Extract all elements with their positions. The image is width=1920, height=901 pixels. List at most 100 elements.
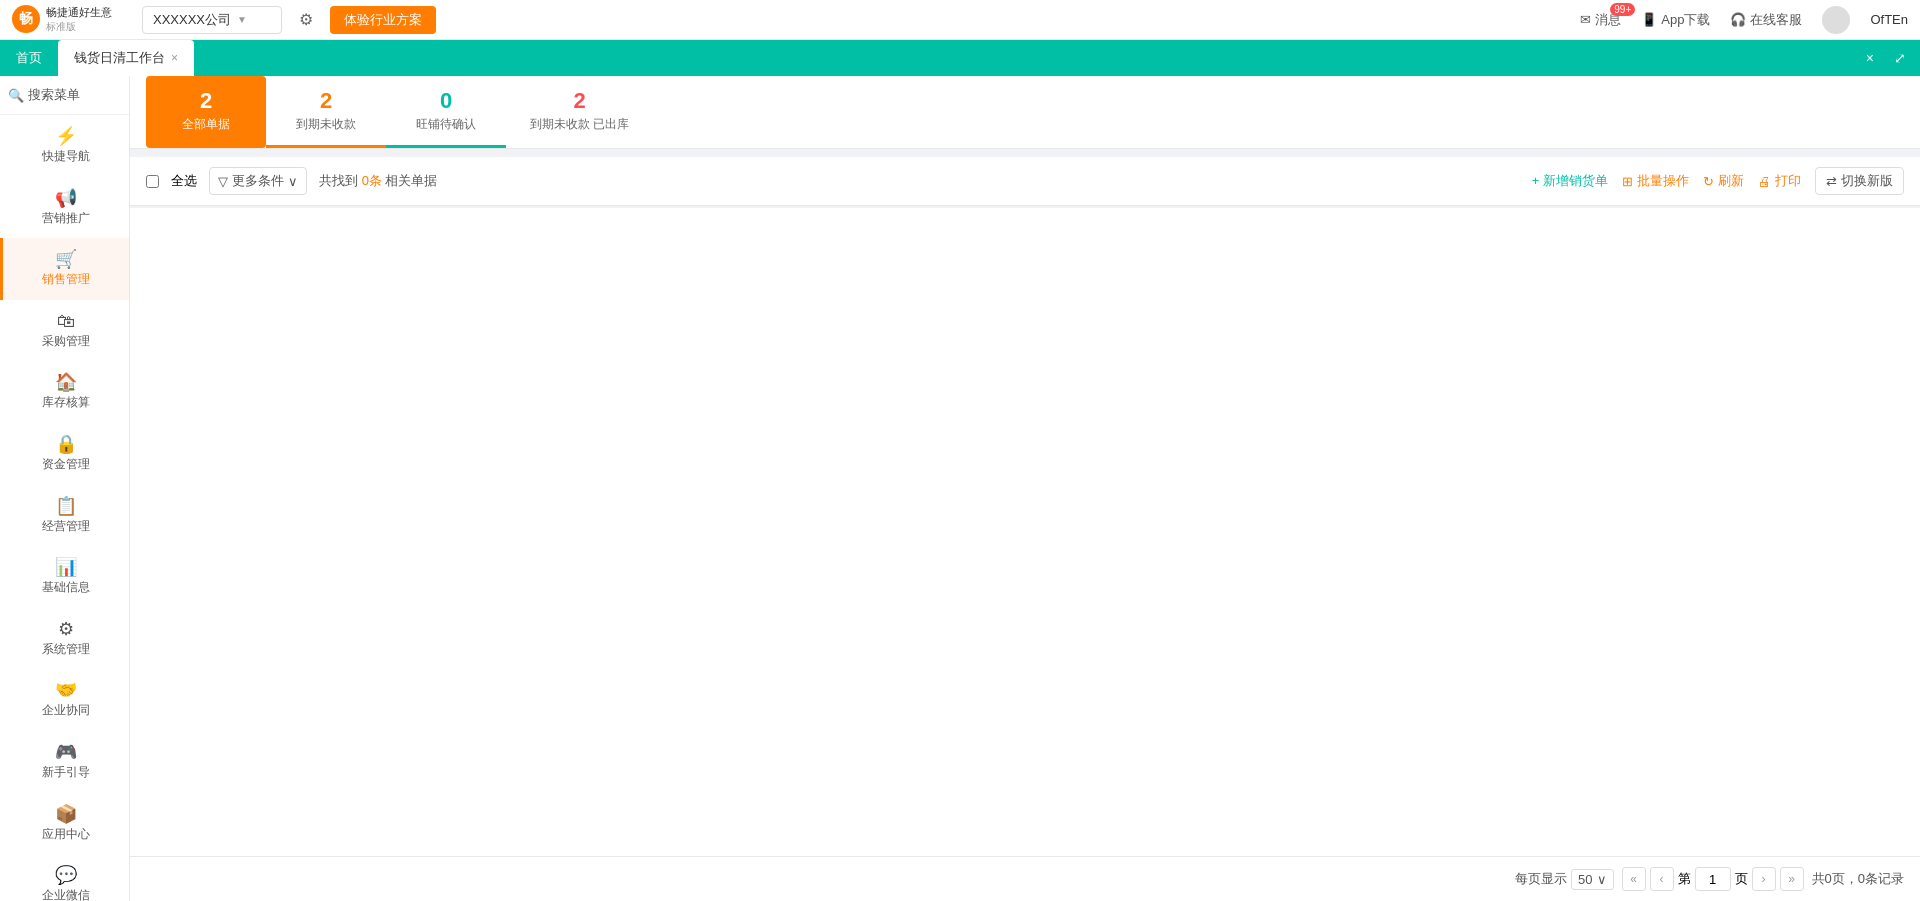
tab-close-icon[interactable]: × [171,51,178,65]
logo-version: 标准版 [46,20,112,34]
next-page-button[interactable]: › [1752,867,1776,891]
batch-operation-button[interactable]: ⊞ 批量操作 [1622,172,1689,190]
stat-label-wangpu: 旺铺待确认 [416,116,476,133]
newbie-icon: 🎮 [55,743,77,761]
online-service-icon: 🎧 [1730,12,1746,27]
content-area: 2 全部单据 2 到期未收款 0 旺铺待确认 2 到期未收款 已出库 全选 ▽ … [130,76,1920,901]
wechat-icon: 💬 [55,866,77,884]
found-text: 共找到 0条 相关单据 [319,172,437,190]
refresh-button[interactable]: ↻ 刷新 [1703,172,1744,190]
enterprise-label: 企业协同 [42,703,90,719]
refresh-icon: ↻ [1703,174,1714,189]
sidebar: 🔍 搜索菜单 ⚡ 快捷导航 📢 营销推广 🛒 销售管理 🛍 采购管理 🏠 库存核… [0,76,130,901]
message-button[interactable]: ✉ 消息 99+ [1580,11,1621,29]
app-download-icon: 📱 [1641,12,1657,27]
online-service-label: 在线客服 [1750,11,1802,29]
company-selector[interactable]: XXXXXX公司 ▼ [142,6,282,34]
sales-label: 销售管理 [42,272,90,288]
tab-home[interactable]: 首页 [0,40,58,76]
page-size-arrow: ∨ [1597,872,1607,887]
sidebar-search[interactable]: 🔍 搜索菜单 [0,76,129,115]
toolbar: 全选 ▽ 更多条件 ∨ 共找到 0条 相关单据 + 新增销货单 ⊞ 批量操作 [130,157,1920,206]
quick-nav-icon: ⚡ [55,127,77,145]
page-size-selector: 每页显示 50 ∨ [1515,869,1613,890]
newbie-label: 新手引导 [42,765,90,781]
new-sale-button[interactable]: + 新增销货单 [1532,172,1608,190]
search-icon: 🔍 [8,88,24,103]
settings-button[interactable]: ⚙ [292,6,320,34]
toolbar-right: + 新增销货单 ⊞ 批量操作 ↻ 刷新 🖨 打印 ⇄ 切换新版 [1532,167,1904,195]
logo-area: 畅 畅捷通好生意 标准版 [12,5,142,33]
page-label: 第 [1678,870,1691,888]
operations-label: 经营管理 [42,519,90,535]
sidebar-item-app-center[interactable]: 📦 应用中心 [0,793,129,855]
page-size-prefix: 每页显示 [1515,870,1567,888]
stat-card-overdue[interactable]: 2 到期未收款 [266,76,386,148]
sidebar-item-newbie[interactable]: 🎮 新手引导 [0,731,129,793]
window-close-button[interactable]: × [1860,48,1880,68]
switch-label: 切换新版 [1841,172,1893,190]
sidebar-item-basic-info[interactable]: 📊 基础信息 [0,546,129,608]
sidebar-item-wechat[interactable]: 💬 企业微信 [0,854,129,901]
sidebar-item-operations[interactable]: 📋 经营管理 [0,485,129,547]
filter-button[interactable]: ▽ 更多条件 ∨ [209,167,307,195]
enterprise-icon: 🤝 [55,681,77,699]
switch-icon: ⇄ [1826,174,1837,189]
purchase-icon: 🛍 [57,312,75,330]
stat-label-all: 全部单据 [182,116,230,133]
company-dropdown-arrow: ▼ [237,14,247,25]
sidebar-item-inventory[interactable]: 🏠 库存核算 [0,361,129,423]
main-layout: 🔍 搜索菜单 ⚡ 快捷导航 📢 营销推广 🛒 销售管理 🛍 采购管理 🏠 库存核… [0,76,1920,901]
logo-icon: 畅 [12,5,40,33]
sidebar-item-purchase[interactable]: 🛍 采购管理 [0,300,129,362]
stat-card-wangpu[interactable]: 0 旺铺待确认 [386,76,506,148]
prev-page-button[interactable]: ‹ [1650,867,1674,891]
stat-card-all[interactable]: 2 全部单据 [146,76,266,148]
basic-info-label: 基础信息 [42,580,90,596]
filter-icon: ▽ [218,174,228,189]
basic-info-icon: 📊 [55,558,77,576]
tab-qhrq[interactable]: 钱货日清工作台 × [58,40,194,76]
page-size-value: 50 [1578,872,1592,887]
company-name: XXXXXX公司 [153,11,231,29]
print-button[interactable]: 🖨 打印 [1758,172,1801,190]
stat-card-shipped[interactable]: 2 到期未收款 已出库 [506,76,653,148]
switch-version-button[interactable]: ⇄ 切换新版 [1815,167,1904,195]
page-input[interactable] [1695,867,1731,891]
last-page-button[interactable]: » [1780,867,1804,891]
experience-button[interactable]: 体验行业方案 [330,6,436,34]
nav-tab-actions: × ⤢ [1860,48,1920,68]
system-icon: ⚙ [58,620,74,638]
capital-label: 资金管理 [42,457,90,473]
select-all-label: 全选 [171,172,197,190]
header-right: ✉ 消息 99+ 📱 App下载 🎧 在线客服 OfTEn [1580,6,1908,34]
nav-tabs: 首页 钱货日清工作台 × × ⤢ [0,40,1920,76]
sidebar-item-capital[interactable]: 🔒 资金管理 [0,423,129,485]
first-page-button[interactable]: « [1622,867,1646,891]
sidebar-item-marketing[interactable]: 📢 营销推广 [0,177,129,239]
page-size-box[interactable]: 50 ∨ [1571,869,1613,890]
avatar[interactable] [1822,6,1850,34]
select-all-checkbox[interactable] [146,175,159,188]
operations-icon: 📋 [55,497,77,515]
purchase-label: 采购管理 [42,334,90,350]
tab-home-label: 首页 [16,49,42,67]
sidebar-item-system[interactable]: ⚙ 系统管理 [0,608,129,670]
online-service-button[interactable]: 🎧 在线客服 [1730,11,1802,29]
app-download-button[interactable]: 📱 App下载 [1641,11,1710,29]
filter-label: 更多条件 [232,172,284,190]
logo-text-block: 畅捷通好生意 标准版 [46,5,112,33]
stat-label-overdue: 到期未收款 [296,116,356,133]
app-center-label: 应用中心 [42,827,90,843]
stat-number-shipped: 2 [574,88,586,114]
batch-label: 批量操作 [1637,172,1689,190]
sidebar-item-sales[interactable]: 🛒 销售管理 [0,238,129,300]
window-max-button[interactable]: ⤢ [1888,48,1912,68]
system-label: 系统管理 [42,642,90,658]
username[interactable]: OfTEn [1870,12,1908,27]
sidebar-item-enterprise[interactable]: 🤝 企业协同 [0,669,129,731]
sidebar-item-quick-nav[interactable]: ⚡ 快捷导航 [0,115,129,177]
inventory-icon: 🏠 [55,373,77,391]
stat-number-overdue: 2 [320,88,332,114]
found-count: 0条 [362,173,382,188]
